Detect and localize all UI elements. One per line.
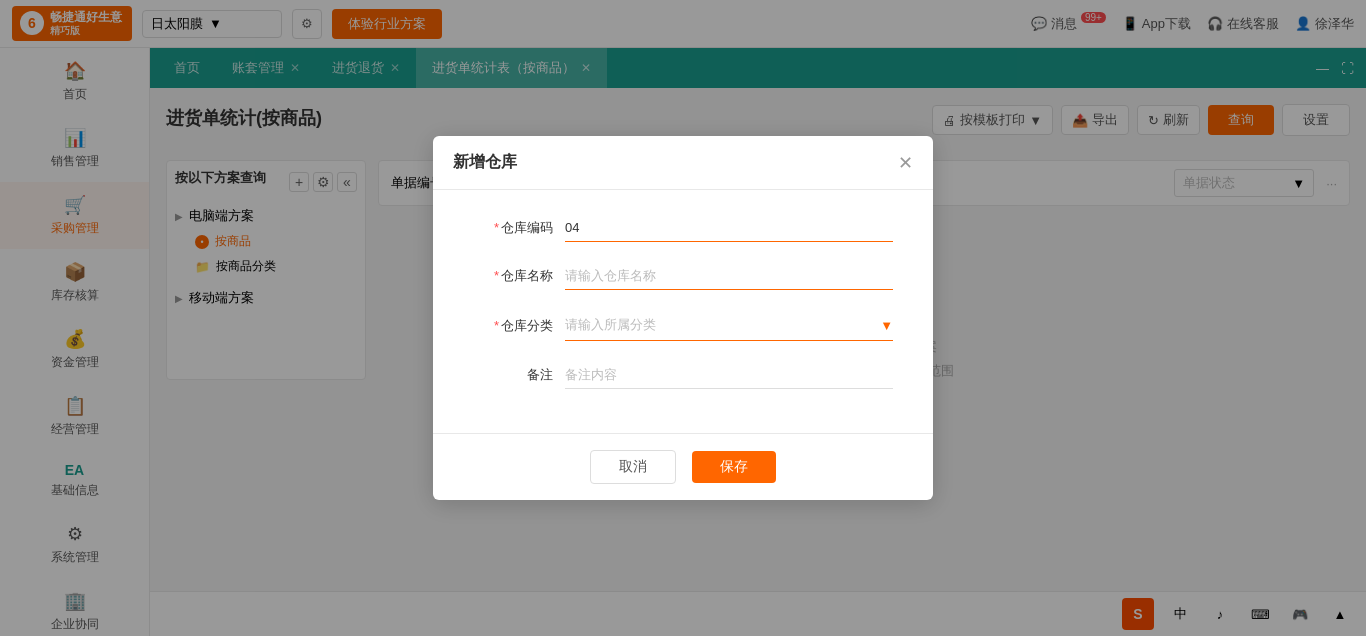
form-row-category: 仓库分类 请输入所属分类 ▼ (473, 310, 893, 341)
dialog-title: 新增仓库 (453, 152, 517, 173)
form-row-note: 备注 (473, 361, 893, 389)
cancel-button[interactable]: 取消 (590, 450, 676, 484)
note-label: 备注 (473, 366, 553, 384)
name-input[interactable] (565, 262, 893, 290)
select-arrow-icon: ▼ (880, 318, 893, 333)
code-input[interactable] (565, 214, 893, 242)
dialog-header: 新增仓库 ✕ (433, 136, 933, 190)
form-row-code: 仓库编码 (473, 214, 893, 242)
category-label: 仓库分类 (473, 317, 553, 335)
category-select[interactable]: 请输入所属分类 ▼ (565, 310, 893, 341)
save-button[interactable]: 保存 (692, 451, 776, 483)
dialog-close-button[interactable]: ✕ (898, 154, 913, 172)
note-input[interactable] (565, 361, 893, 389)
dialog-body: 仓库编码 仓库名称 仓库分类 请输入所属分类 ▼ 备注 (433, 190, 933, 433)
dialog-footer: 取消 保存 (433, 433, 933, 500)
name-label: 仓库名称 (473, 267, 553, 285)
code-label: 仓库编码 (473, 219, 553, 237)
add-warehouse-dialog: 新增仓库 ✕ 仓库编码 仓库名称 仓库分类 请输入所属分类 ▼ 备注 (433, 136, 933, 500)
form-row-name: 仓库名称 (473, 262, 893, 290)
modal-overlay[interactable]: 新增仓库 ✕ 仓库编码 仓库名称 仓库分类 请输入所属分类 ▼ 备注 (0, 0, 1366, 636)
